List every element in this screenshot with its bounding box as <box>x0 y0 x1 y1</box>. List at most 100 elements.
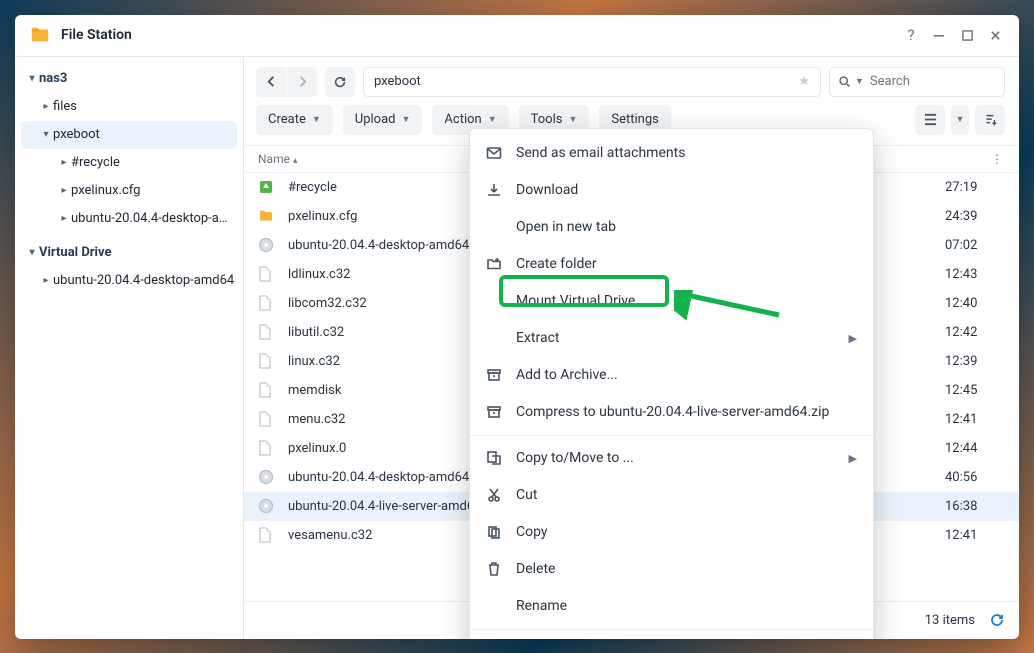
file-time: 40:56 <box>945 470 1005 485</box>
file-time: 16:38 <box>945 499 1005 514</box>
folder-icon <box>258 208 278 224</box>
chevron-down-icon: ▾ <box>25 247 39 258</box>
archive-icon <box>486 404 502 420</box>
recycle-icon <box>258 179 278 195</box>
file-icon <box>258 411 278 427</box>
item-count: 13 items <box>925 613 975 628</box>
file-time: 12:44 <box>945 441 1005 456</box>
chevron-down-icon: ▾ <box>25 73 39 84</box>
menu-item-rename[interactable]: Rename <box>470 588 873 625</box>
menu-item-copy[interactable]: Copy <box>470 514 873 551</box>
file-icon <box>258 266 278 282</box>
star-icon[interactable]: ★ <box>798 74 810 89</box>
path-text: pxeboot <box>374 74 421 89</box>
chevron-right-icon: ▸ <box>57 213 71 224</box>
disc-icon <box>258 469 278 485</box>
file-icon <box>258 527 278 543</box>
copymove-icon <box>486 450 502 466</box>
column-options-button[interactable]: ⋮ <box>989 152 1005 166</box>
forward-button[interactable] <box>287 67 317 97</box>
sort-button[interactable] <box>975 105 1005 135</box>
upload-button[interactable]: Upload▼ <box>343 105 423 135</box>
file-time: 12:41 <box>945 412 1005 427</box>
file-time: 12:43 <box>945 267 1005 282</box>
menu-item-create-desktop-shortcut[interactable]: Create desktop shortcut <box>470 634 873 639</box>
tree-item[interactable]: ▸ubuntu-20.04.4-desktop-amd64 <box>21 205 237 233</box>
mail-icon <box>486 145 502 161</box>
menu-item-download[interactable]: Download <box>470 172 873 209</box>
main-panel: pxeboot ★ ▼ Create▼ Upload▼ <box>244 57 1019 639</box>
refresh-button[interactable] <box>325 67 355 97</box>
app-window: File Station ? ▾ nas3 ▸files▾pxeboot▸#re… <box>15 15 1019 639</box>
menu-item-open-in-new-tab[interactable]: Open in new tab <box>470 209 873 246</box>
window-title: File Station <box>61 27 132 43</box>
menu-separator <box>470 435 873 436</box>
copy-icon <box>486 524 502 540</box>
tree-item-label: #recycle <box>71 155 120 170</box>
back-button[interactable] <box>256 67 286 97</box>
tree-item-label: files <box>53 99 77 114</box>
titlebar: File Station ? <box>15 15 1019 57</box>
menu-item-label: Cut <box>516 487 537 503</box>
chevron-right-icon: ▶ <box>849 332 857 345</box>
path-bar[interactable]: pxeboot ★ <box>363 67 821 97</box>
chevron-right-icon: ▸ <box>39 101 53 112</box>
menu-item-send-as-email-attachments[interactable]: Send as email attachments <box>470 135 873 172</box>
tree-item[interactable]: ▸files <box>21 93 237 121</box>
file-time: 27:19 <box>945 180 1005 195</box>
menu-item-label: Compress to ubuntu-20.04.4-live-server-a… <box>516 404 829 420</box>
tree-item-label: ubuntu-20.04.4-desktop-amd64 <box>71 211 237 226</box>
cut-icon <box>486 487 502 503</box>
refresh-list-button[interactable] <box>989 612 1005 628</box>
search-box[interactable]: ▼ <box>829 67 1005 97</box>
file-time: 12:39 <box>945 354 1005 369</box>
view-list-button[interactable] <box>915 105 945 135</box>
view-dropdown-button[interactable]: ▼ <box>951 105 969 135</box>
menu-item-label: Add to Archive... <box>516 367 618 383</box>
tree-root-label: nas3 <box>39 71 67 86</box>
chevron-down-icon: ▾ <box>39 129 53 140</box>
tree-item-label: ubuntu-20.04.4-desktop-amd64 <box>53 273 234 288</box>
menu-item-label: Extract <box>516 330 559 346</box>
file-time: 12:42 <box>945 325 1005 340</box>
file-icon <box>258 295 278 311</box>
tree-root-virtual-drive[interactable]: ▾ Virtual Drive <box>21 239 237 267</box>
newfolder-icon <box>486 256 502 272</box>
chevron-right-icon: ▶ <box>849 452 857 465</box>
menu-item-create-folder[interactable]: Create folder <box>470 246 873 283</box>
file-time: 12:40 <box>945 296 1005 311</box>
maximize-button[interactable] <box>953 21 981 49</box>
tree-item-label: pxelinux.cfg <box>71 183 140 198</box>
sort-asc-icon: ▴ <box>293 156 298 166</box>
menu-item-cut[interactable]: Cut <box>470 477 873 514</box>
menu-item-compress-to-ubuntu-20-04-4-live-server-amd64-zip[interactable]: Compress to ubuntu-20.04.4-live-server-a… <box>470 394 873 431</box>
chevron-right-icon: ▸ <box>39 275 53 286</box>
menu-item-label: Send as email attachments <box>516 145 685 161</box>
chevron-down-icon[interactable]: ▼ <box>855 76 864 87</box>
trash-icon <box>486 561 502 577</box>
create-button[interactable]: Create▼ <box>256 105 333 135</box>
menu-item-label: Copy to/Move to ... <box>516 450 634 466</box>
close-button[interactable] <box>981 21 1009 49</box>
disc-icon <box>258 498 278 514</box>
search-input[interactable] <box>868 73 996 90</box>
app-folder-icon <box>29 24 51 46</box>
menu-item-copy-to-move-to[interactable]: Copy to/Move to ... ▶ <box>470 440 873 477</box>
menu-item-mount-virtual-drive[interactable]: Mount Virtual Drive <box>470 283 873 320</box>
menu-item-label: Delete <box>516 561 555 577</box>
menu-item-add-to-archive[interactable]: Add to Archive... <box>470 357 873 394</box>
minimize-button[interactable] <box>925 21 953 49</box>
tree-item[interactable]: ▸pxelinux.cfg <box>21 177 237 205</box>
archive-icon <box>486 367 502 383</box>
tree-item[interactable]: ▾pxeboot <box>21 121 237 149</box>
file-time: 07:02 <box>945 238 1005 253</box>
menu-item-delete[interactable]: Delete <box>470 551 873 588</box>
tree-root-nas3[interactable]: ▾ nas3 <box>21 65 237 93</box>
tree-item[interactable]: ▸#recycle <box>21 149 237 177</box>
menu-item-extract[interactable]: Extract ▶ <box>470 320 873 357</box>
tree-item[interactable]: ▸ubuntu-20.04.4-desktop-amd64 <box>21 267 237 295</box>
chevron-right-icon: ▸ <box>57 185 71 196</box>
disc-icon <box>258 237 278 253</box>
nav-history <box>256 67 317 97</box>
help-button[interactable]: ? <box>897 21 925 49</box>
